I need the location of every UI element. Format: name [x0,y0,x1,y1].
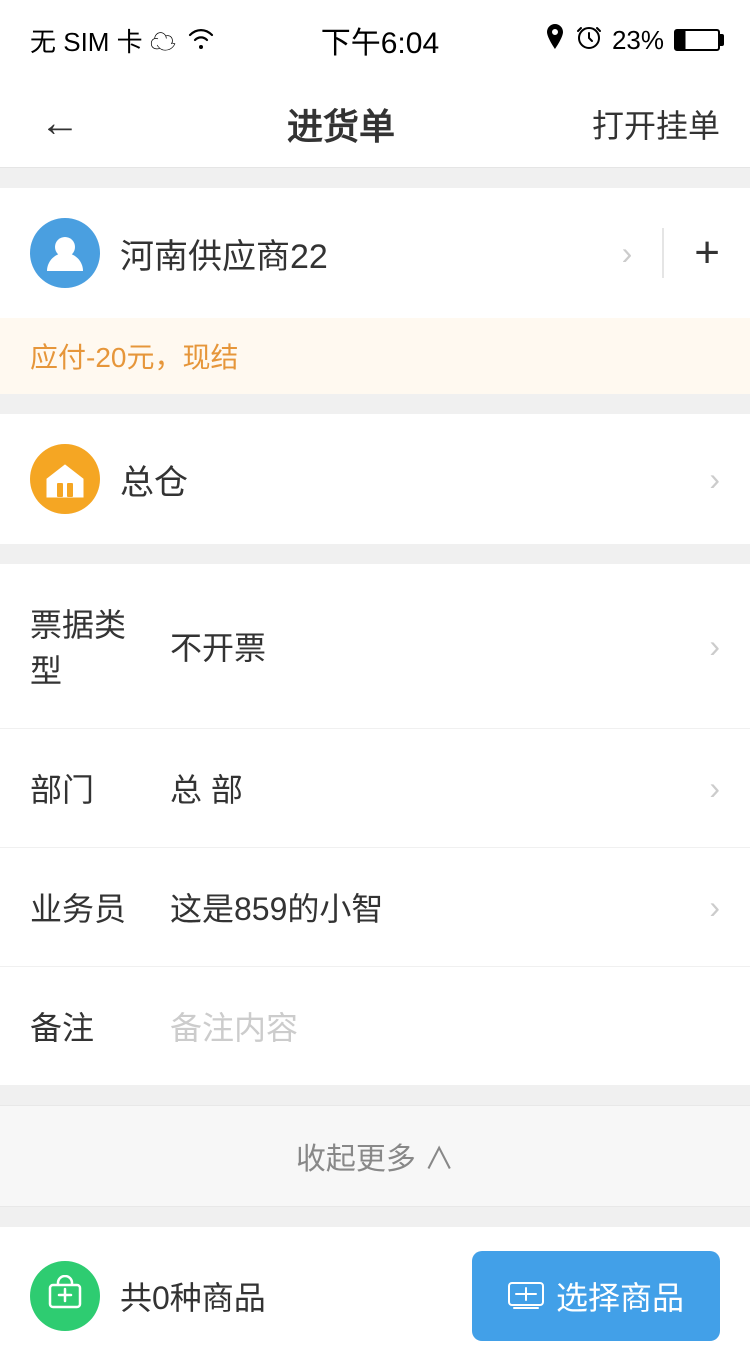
open-pending-button[interactable]: 打开挂单 [592,101,720,147]
notes-placeholder[interactable]: 备注内容 [150,1003,720,1049]
status-right: 23% [544,24,720,57]
status-left: 无 SIM 卡 ☁ [30,22,216,59]
notes-label: 备注 [30,1003,150,1049]
collapse-button[interactable]: 收起更多 ∧ [0,1105,750,1207]
ticket-type-row[interactable]: 票据类型 不开票 › [0,564,750,729]
salesperson-label: 业务员 [30,884,150,930]
back-button[interactable]: ← [30,91,90,156]
form-section: 票据类型 不开票 › 部门 总 部 › 业务员 这是859的小智 › 备注 备注… [0,564,750,1085]
department-row[interactable]: 部门 总 部 › [0,729,750,848]
select-product-button[interactable]: 选择商品 [472,1251,720,1341]
supplier-chevron-icon: › [622,235,633,272]
supplier-row[interactable]: 河南供应商22 › + [0,188,750,318]
supplier-section: 河南供应商22 › + 应付-20元，现结 [0,188,750,394]
supplier-name: 河南供应商22 [120,229,622,278]
add-supplier-button[interactable]: + [694,228,720,278]
warehouse-chevron-icon: › [709,461,720,498]
ticket-type-value: 不开票 [150,623,709,669]
salesperson-row[interactable]: 业务员 这是859的小智 › [0,848,750,967]
product-count: 共0种商品 [120,1273,452,1319]
battery-icon [674,29,720,51]
department-label: 部门 [30,765,150,811]
page-title: 进货单 [287,98,395,150]
location-icon [544,24,566,57]
notes-row[interactable]: 备注 备注内容 [0,967,750,1085]
bottom-bar: 共0种商品 选择商品 [0,1227,750,1365]
alarm-icon [576,24,602,57]
warehouse-name: 总仓 [120,455,709,504]
ticket-type-chevron-icon: › [709,628,720,665]
ticket-type-label: 票据类型 [30,600,150,692]
department-chevron-icon: › [709,770,720,807]
status-bar: 无 SIM 卡 ☁ 下午6:04 23% [0,0,750,80]
notice-bar: 应付-20元，现结 [0,318,750,394]
wifi-icon [186,25,216,56]
supplier-divider [662,228,664,278]
content: 河南供应商22 › + 应付-20元，现结 总仓 › 票据类型 不开票 › 部门 [0,168,750,1365]
warehouse-row[interactable]: 总仓 › [0,414,750,544]
product-icon [30,1261,100,1331]
select-product-label: 选择商品 [556,1273,684,1319]
select-product-icon [508,1282,544,1310]
status-time: 下午6:04 [321,18,439,62]
sim-label: 无 SIM 卡 ☁ [30,22,176,59]
battery-pct: 23% [612,25,664,56]
nav-bar: ← 进货单 打开挂单 [0,80,750,168]
warehouse-icon [30,444,100,514]
supplier-avatar [30,218,100,288]
salesperson-chevron-icon: › [709,889,720,926]
salesperson-value: 这是859的小智 [150,884,709,930]
department-value: 总 部 [150,765,709,811]
notice-text: 应付-20元，现结 [30,342,238,373]
